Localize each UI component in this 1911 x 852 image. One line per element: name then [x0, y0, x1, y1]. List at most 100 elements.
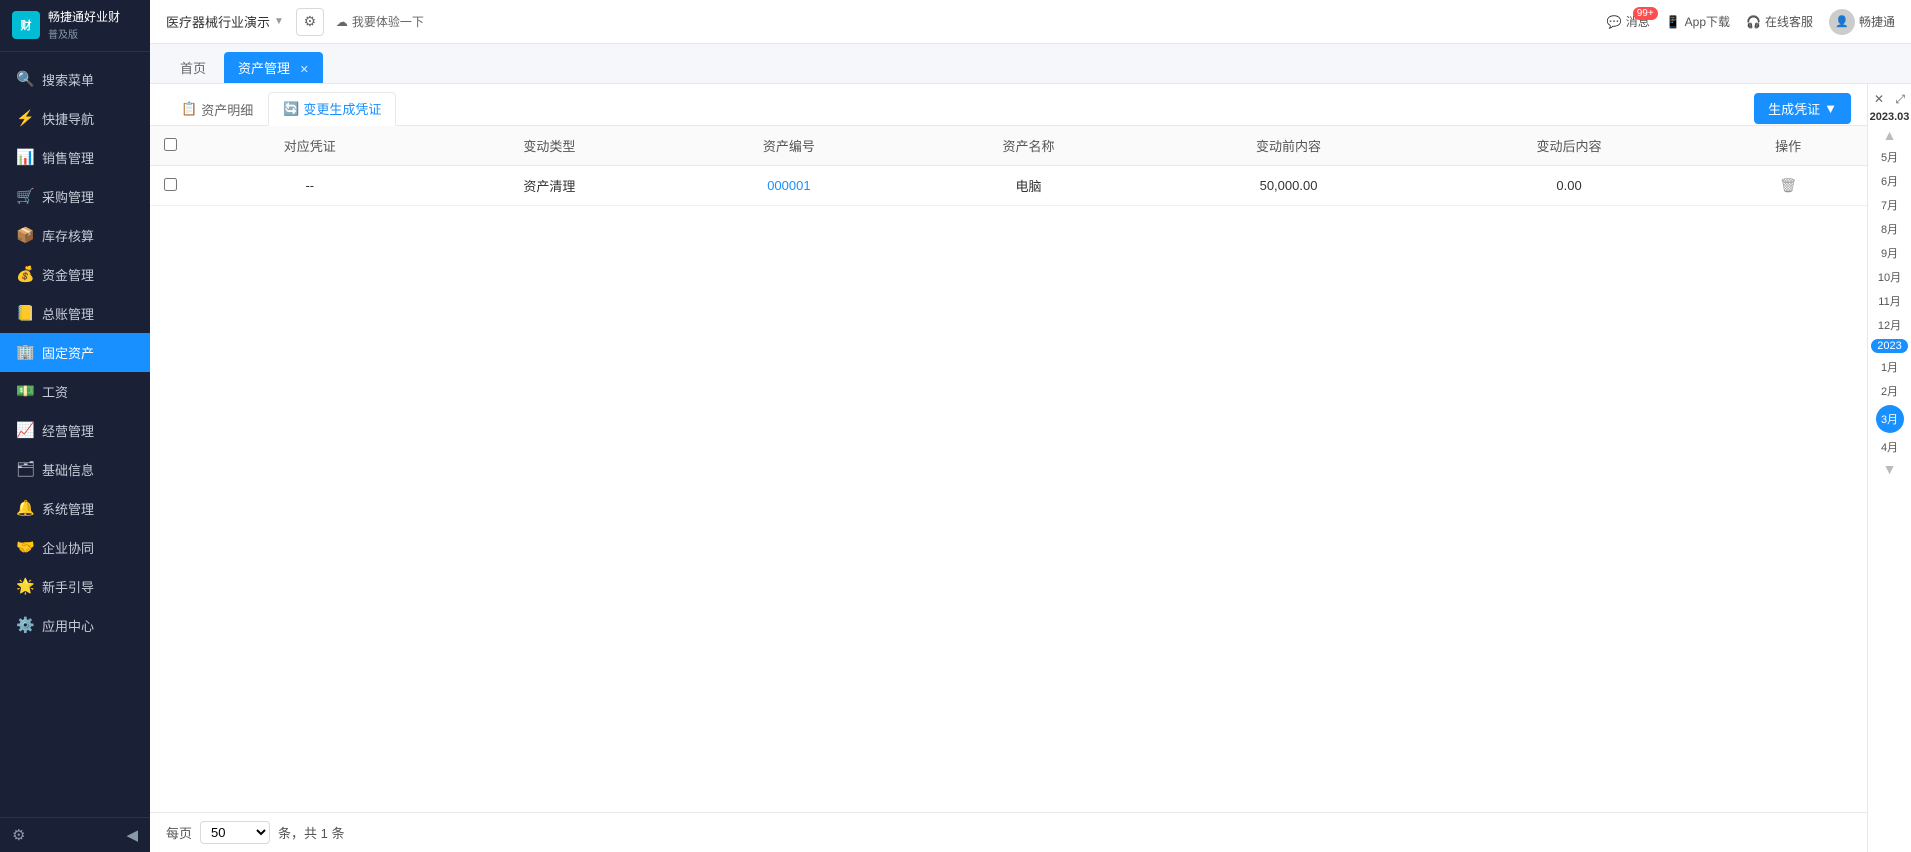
- row-asset-code: 000001: [669, 166, 909, 206]
- row-asset-name: 电脑: [909, 166, 1149, 206]
- collapse-icon[interactable]: ◀: [126, 826, 138, 844]
- sidebar-item-operations[interactable]: 📈经营管理: [0, 411, 150, 450]
- sidebar-item-basic-info[interactable]: 🗂 基础信息: [0, 450, 150, 489]
- sidebar-item-label: 资金管理: [42, 265, 94, 284]
- sidebar-item-label: 销售管理: [42, 148, 94, 167]
- sidebar-item-guide[interactable]: 🌟新手引导: [0, 567, 150, 606]
- sidebar-item-label: 搜索菜单: [42, 70, 94, 89]
- timeline-up-arrow[interactable]: ▲: [1883, 125, 1897, 145]
- page-size-select[interactable]: 50 10 20 100: [200, 821, 270, 844]
- sidebar-item-label: 库存核算: [42, 226, 94, 245]
- month-2[interactable]: 2月: [1868, 379, 1911, 403]
- row-checkbox[interactable]: [164, 178, 177, 191]
- col-asset-name: 资产名称: [909, 126, 1149, 166]
- row-after-change: 0.00: [1429, 166, 1710, 206]
- search-icon: 🔍: [16, 70, 34, 88]
- company-selector[interactable]: 医疗器械行业演示 ▼: [166, 12, 284, 31]
- sidebar-item-sales[interactable]: 📊销售管理: [0, 138, 150, 177]
- app-download-action[interactable]: 📱 App下载: [1666, 13, 1730, 30]
- sidebar-item-inventory[interactable]: 📦库存核算: [0, 216, 150, 255]
- month-6[interactable]: 6月: [1868, 169, 1911, 193]
- sidebar-item-label: 采购管理: [42, 187, 94, 206]
- panel-close-icon[interactable]: ✕: [1874, 92, 1884, 107]
- online-service-action[interactable]: 🎧 在线客服: [1746, 13, 1813, 30]
- sub-tab-bar: 📋 资产明细 🔄 变更生成凭证 生成凭证 ▼: [150, 84, 1867, 126]
- month-1[interactable]: 1月: [1868, 355, 1911, 379]
- sidebar-item-label: 基础信息: [42, 460, 94, 479]
- page-content: 📋 资产明细 🔄 变更生成凭证 生成凭证 ▼: [150, 84, 1911, 852]
- generate-voucher-dropdown-icon: ▼: [1824, 101, 1837, 116]
- right-panel: ✕ ⤢ 2023.03 ▲ 5月 6月 7月 8月 9月 10月 11月 12月…: [1867, 84, 1911, 852]
- basic-info-icon: 🗂: [16, 460, 34, 478]
- online-service-label: 在线客服: [1765, 13, 1813, 30]
- col-before-change: 变动前内容: [1148, 126, 1429, 166]
- app-version: 普及版: [48, 26, 120, 41]
- sidebar-item-ledger[interactable]: 📒总账管理: [0, 294, 150, 333]
- tab-home[interactable]: 首页: [166, 52, 220, 83]
- page-size-label: 每页: [166, 823, 192, 842]
- cloud-icon: ☁: [336, 15, 348, 29]
- delete-row-icon[interactable]: 🗑: [1779, 177, 1797, 193]
- app-download-label: App下载: [1685, 13, 1730, 30]
- panel-expand-icon[interactable]: ⤢: [1895, 92, 1905, 107]
- sidebar-item-label: 快捷导航: [42, 109, 94, 128]
- user-profile[interactable]: 👤 畅捷通: [1829, 9, 1895, 35]
- experience-button[interactable]: ☁ 我要体验一下: [336, 13, 424, 30]
- change-voucher-icon: 🔄: [283, 101, 299, 117]
- panel-year-month: 2023.03: [1870, 109, 1910, 125]
- tab-asset-mgmt[interactable]: 资产管理 ✕: [224, 52, 323, 83]
- headset-icon: 🎧: [1746, 15, 1761, 29]
- col-checkbox: [150, 126, 190, 166]
- avatar: 👤: [1829, 9, 1855, 35]
- right-panel-header: ✕ ⤢: [1868, 90, 1911, 109]
- sidebar-item-search[interactable]: 🔍 搜索菜单: [0, 60, 150, 99]
- sub-tab-change-voucher-label: 变更生成凭证: [303, 99, 381, 118]
- col-after-change: 变动后内容: [1429, 126, 1710, 166]
- total-label: 条，共 1 条: [278, 823, 344, 842]
- sidebar-item-quick-nav[interactable]: ⚡快捷导航: [0, 99, 150, 138]
- sidebar-nav: 🔍 搜索菜单 ⚡快捷导航📊销售管理🛒采购管理📦库存核算 💰 资金管理 📒总账管理 🏢 固定资产…: [0, 52, 150, 817]
- message-badge: 99+: [1633, 7, 1658, 20]
- month-8[interactable]: 8月: [1868, 217, 1911, 241]
- month-9[interactable]: 9月: [1868, 241, 1911, 265]
- month-12[interactable]: 12月: [1868, 313, 1911, 337]
- header-settings-icon[interactable]: ⚙: [296, 8, 324, 36]
- message-action[interactable]: 💬 消息 99+: [1607, 13, 1650, 30]
- row-before-change: 50,000.00: [1148, 166, 1429, 206]
- message-icon: 💬: [1607, 15, 1622, 29]
- row-change-type: 资产清理: [430, 166, 670, 206]
- month-3-active[interactable]: 3月: [1876, 405, 1904, 433]
- timeline-down-arrow[interactable]: ▼: [1883, 459, 1897, 479]
- sidebar-item-app-center[interactable]: ⚙️应用中心: [0, 606, 150, 645]
- settings-footer-icon[interactable]: ⚙: [12, 826, 25, 844]
- sub-tab-asset-detail-label: 资产明细: [201, 100, 253, 119]
- guide-icon: 🌟: [16, 577, 34, 595]
- select-all-checkbox[interactable]: [164, 138, 177, 151]
- tab-bar: 首页 资产管理 ✕: [150, 44, 1911, 84]
- col-asset-code: 资产编号: [669, 126, 909, 166]
- sidebar-item-label: 固定资产: [42, 343, 94, 362]
- tab-close-icon[interactable]: ✕: [300, 64, 309, 76]
- sidebar-item-fixed-asset[interactable]: 🏢 固定资产: [0, 333, 150, 372]
- sidebar-item-fund[interactable]: 💰 资金管理: [0, 255, 150, 294]
- fixed-asset-icon: 🏢: [16, 343, 34, 361]
- month-5[interactable]: 5月: [1868, 145, 1911, 169]
- sub-tab-change-voucher[interactable]: 🔄 变更生成凭证: [268, 92, 396, 126]
- enterprise-icon: 🤝: [16, 538, 34, 556]
- sidebar-item-salary[interactable]: 💵工资: [0, 372, 150, 411]
- sidebar-item-purchase[interactable]: 🛒采购管理: [0, 177, 150, 216]
- sub-tab-asset-detail[interactable]: 📋 资产明细: [166, 93, 268, 125]
- sidebar-item-enterprise[interactable]: 🤝企业协同: [0, 528, 150, 567]
- month-10[interactable]: 10月: [1868, 265, 1911, 289]
- month-4[interactable]: 4月: [1868, 435, 1911, 459]
- row-action: 🗑: [1709, 166, 1867, 206]
- table-wrapper: 对应凭证 变动类型 资产编号 资产名称 变动前内容 变动后内容 操作: [150, 126, 1867, 812]
- month-7[interactable]: 7月: [1868, 193, 1911, 217]
- sidebar-item-system[interactable]: 🔔系统管理: [0, 489, 150, 528]
- sidebar-logo: 财 畅捷通好业财 普及版: [0, 0, 150, 52]
- fund-icon: 💰: [16, 265, 34, 283]
- month-11[interactable]: 11月: [1868, 289, 1911, 313]
- app-name: 畅捷通好业财: [48, 10, 120, 26]
- generate-voucher-button[interactable]: 生成凭证 ▼: [1754, 93, 1851, 124]
- pagination-bar: 每页 50 10 20 100 条，共 1 条: [150, 812, 1867, 852]
